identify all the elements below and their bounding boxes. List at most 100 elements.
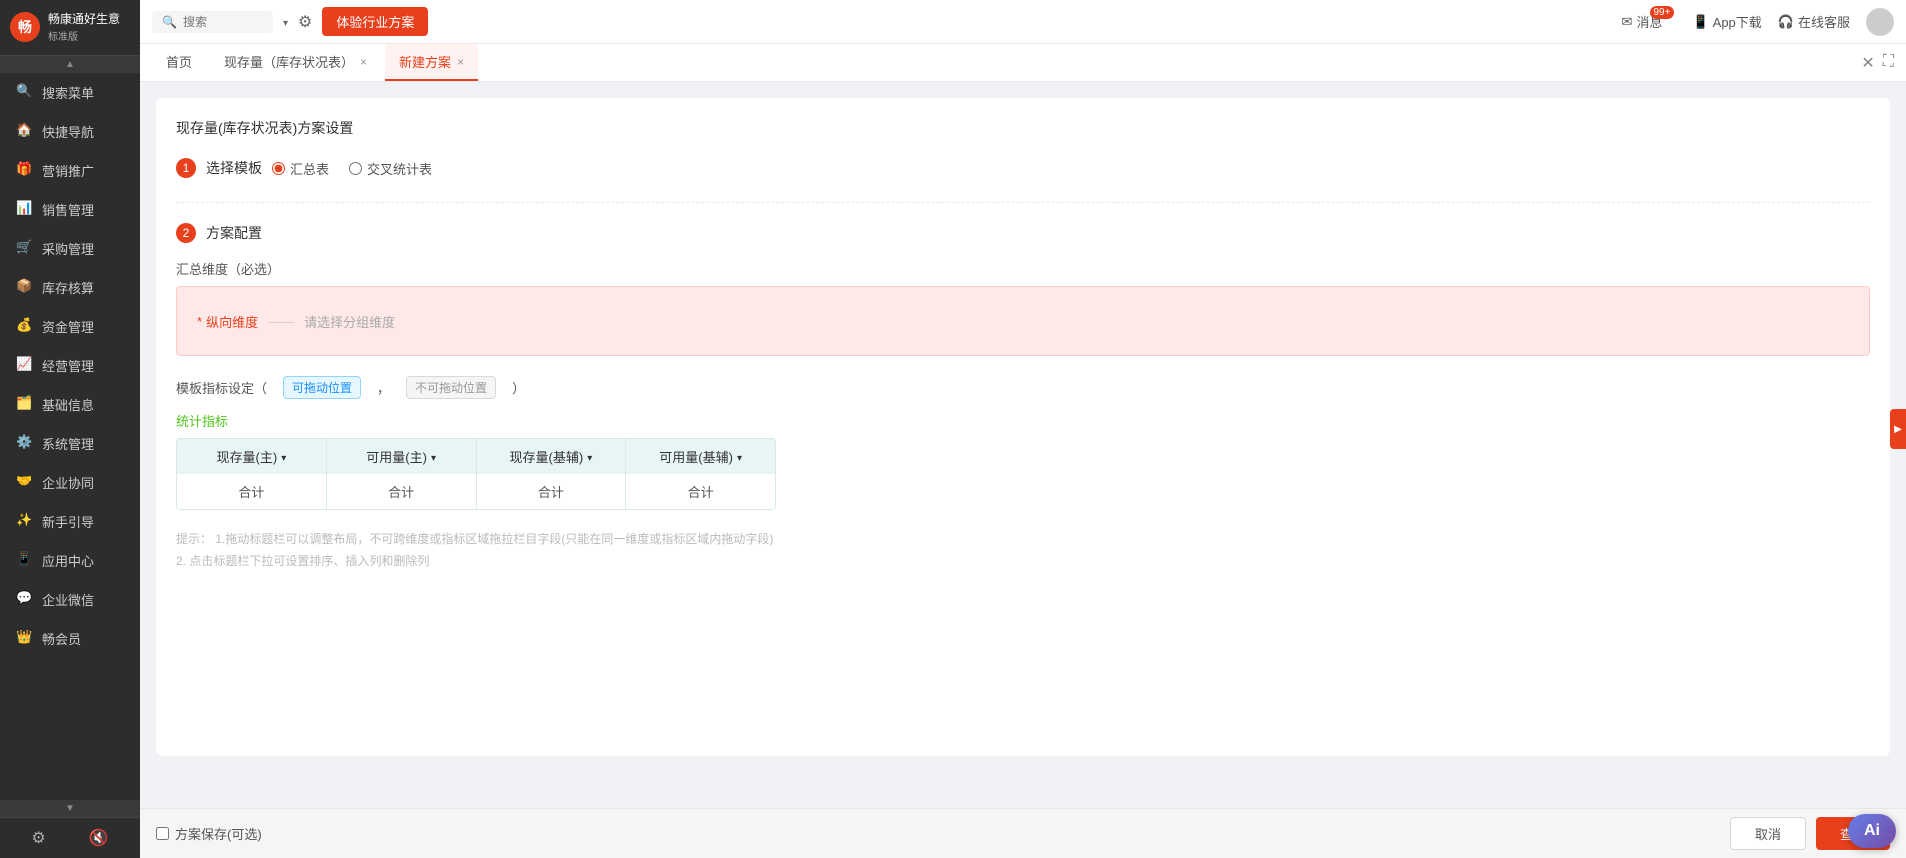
sidebar-item-new-guide[interactable]: ✨ 新手引导 [0, 502, 140, 541]
sidebar-scroll-down[interactable]: ▼ [0, 800, 140, 817]
sidebar-bottom: ⚙ 🔇 [0, 817, 140, 858]
sidebar-item-label: 经营管理 [42, 356, 94, 375]
sidebar-item-system[interactable]: ⚙️ 系统管理 [0, 424, 140, 463]
sidebar-item-finance[interactable]: 💰 资金管理 [0, 307, 140, 346]
sidebar-scroll-up[interactable]: ▲ [0, 56, 140, 73]
sidebar-item-operation[interactable]: 📈 经营管理 [0, 346, 140, 385]
table-cell-0-2: 合计 [477, 474, 627, 509]
user-avatar[interactable] [1866, 8, 1894, 36]
sidebar-item-label: 应用中心 [42, 551, 94, 570]
section-divider [176, 202, 1870, 203]
col-header-label-0: 现存量(主) [217, 447, 278, 466]
new-plan-tab-label: 新建方案 [399, 52, 451, 71]
message-button[interactable]: ✉ 消息 99+ [1622, 12, 1663, 31]
sidebar-nav: 🔍 搜索菜单 🏠 快捷导航 🎁 营销推广 📊 销售管理 🛒 采购管理 📦 库存核… [0, 73, 140, 800]
sidebar-item-label: 销售管理 [42, 200, 94, 219]
home-tab-label: 首页 [166, 52, 192, 71]
radio-summary-label: 汇总表 [290, 159, 329, 178]
radio-summary[interactable]: 汇总表 [272, 159, 329, 178]
sidebar-item-wechat[interactable]: 💬 企业微信 [0, 580, 140, 619]
radio-cross-input[interactable] [349, 162, 362, 175]
tab-bar: 首页 现存量（库存状况表） 新建方案 ✕ ⛶ [140, 44, 1906, 82]
system-icon: ⚙️ [16, 434, 34, 452]
sidebar-item-label: 基础信息 [42, 395, 94, 414]
col-header-label-2: 现存量(基辅) [510, 447, 584, 466]
app-center-icon: 📱 [16, 551, 34, 569]
sidebar-item-sales[interactable]: 📊 销售管理 [0, 190, 140, 229]
page-title: 现存量(库存状况表)方案设置 [176, 118, 1870, 138]
sidebar-item-label: 资金管理 [42, 317, 94, 336]
sidebar-item-label: 新手引导 [42, 512, 94, 531]
sound-icon[interactable]: 🔇 [89, 828, 109, 848]
tab-new-plan[interactable]: 新建方案 [385, 44, 478, 81]
indicator-settings-close: ） [512, 378, 525, 397]
indicator-settings: 模板指标设定（ 可拖动位置 ， 不可拖动位置 ） [176, 376, 1870, 399]
content-area: 现存量(库存状况表)方案设置 1 选择模板 汇总表 交叉统计表 [140, 82, 1906, 808]
header-settings-button[interactable]: ⚙ [298, 12, 312, 32]
sidebar-item-member[interactable]: 👑 畅会员 [0, 619, 140, 658]
tab-home[interactable]: 首页 [152, 44, 206, 81]
close-panel-icon[interactable]: ✕ [1861, 53, 1874, 73]
tab-inventory-status[interactable]: 现存量（库存状况表） [210, 44, 381, 81]
sidebar-item-purchase[interactable]: 🛒 采购管理 [0, 229, 140, 268]
col-header-chevron-1[interactable] [431, 449, 436, 464]
sidebar-item-inventory[interactable]: 📦 库存核算 [0, 268, 140, 307]
message-badge: 99+ [1650, 6, 1675, 19]
hint-2: 2. 点击标题栏下拉可设置排序、插入列和删除列 [176, 551, 1870, 573]
ai-fab-button[interactable]: Ai [1848, 814, 1896, 848]
inventory-tab-label: 现存量（库存状况表） [224, 52, 354, 71]
sidebar-item-marketing[interactable]: 🎁 营销推广 [0, 151, 140, 190]
sidebar-item-label: 企业微信 [42, 590, 94, 609]
trial-button[interactable]: 体验行业方案 [322, 7, 428, 36]
sidebar-item-app-center[interactable]: 📱 应用中心 [0, 541, 140, 580]
header-right: ✉ 消息 99+ 📱 App下载 🎧 在线客服 [1622, 8, 1894, 36]
expand-panel-icon[interactable]: ⛶ [1883, 53, 1894, 73]
finance-icon: 💰 [16, 317, 34, 335]
indicator-settings-label: 模板指标设定（ [176, 378, 267, 397]
save-checkbox[interactable] [156, 827, 169, 840]
radio-cross[interactable]: 交叉统计表 [349, 159, 432, 178]
app-download-button[interactable]: 📱 App下载 [1692, 12, 1761, 31]
service-label: 在线客服 [1798, 12, 1850, 31]
sidebar-item-contract[interactable]: 🤝 企业协同 [0, 463, 140, 502]
stats-table-body: 合计 合计 合计 合计 [177, 474, 775, 509]
header-dropdown-button[interactable] [283, 15, 288, 29]
header-search-icon: 🔍 [162, 15, 177, 29]
wechat-icon: 💬 [16, 590, 34, 608]
col-header-chevron-0[interactable] [281, 449, 286, 464]
search-input[interactable] [183, 15, 263, 29]
top-header: 🔍 ⚙ 体验行业方案 ✉ 消息 99+ 📱 App下载 🎧 在线客服 [140, 0, 1906, 44]
headset-icon: 🎧 [1778, 14, 1794, 30]
basic-icon: 🗂️ [16, 395, 34, 413]
cancel-button[interactable]: 取消 [1730, 817, 1806, 850]
sidebar-item-label: 畅会员 [42, 629, 81, 648]
section2-number: 2 [176, 223, 196, 243]
sidebar-item-search-menu[interactable]: 🔍 搜索菜单 [0, 73, 140, 112]
app-label: App下载 [1713, 12, 1762, 31]
customer-service-button[interactable]: 🎧 在线客服 [1778, 12, 1850, 31]
col-header-1: 可用量(主) [327, 439, 477, 474]
settings-icon[interactable]: ⚙ [31, 828, 45, 848]
table-cell-0-1: 合计 [327, 474, 477, 509]
new-plan-tab-close[interactable] [457, 55, 464, 69]
inventory-tab-close[interactable] [360, 55, 367, 69]
section1-title: 选择模板 [206, 158, 262, 178]
table-cell-0-0: 合计 [177, 474, 327, 509]
col-header-chevron-2[interactable] [587, 449, 592, 464]
right-edge-expand[interactable]: ▶ [1890, 409, 1906, 449]
save-checkbox-text: 方案保存(可选) [175, 824, 262, 843]
search-menu-icon: 🔍 [16, 83, 34, 101]
radio-summary-input[interactable] [272, 162, 285, 175]
col-header-label-1: 可用量(主) [366, 447, 427, 466]
operation-icon: 📈 [16, 356, 34, 374]
dimension-label: 汇总维度（必选） [176, 259, 1870, 278]
col-header-chevron-3[interactable] [737, 449, 742, 464]
purchase-icon: 🛒 [16, 239, 34, 257]
sidebar-item-basic[interactable]: 🗂️ 基础信息 [0, 385, 140, 424]
header-search-box: 🔍 [152, 11, 273, 33]
dimension-warning-box: * 纵向维度 —— 请选择分组维度 [176, 286, 1870, 356]
tab-actions: ✕ ⛶ [1861, 53, 1894, 73]
table-cell-0-3: 合计 [626, 474, 775, 509]
sidebar-item-quick-nav[interactable]: 🏠 快捷导航 [0, 112, 140, 151]
save-checkbox-label[interactable]: 方案保存(可选) [156, 824, 262, 843]
